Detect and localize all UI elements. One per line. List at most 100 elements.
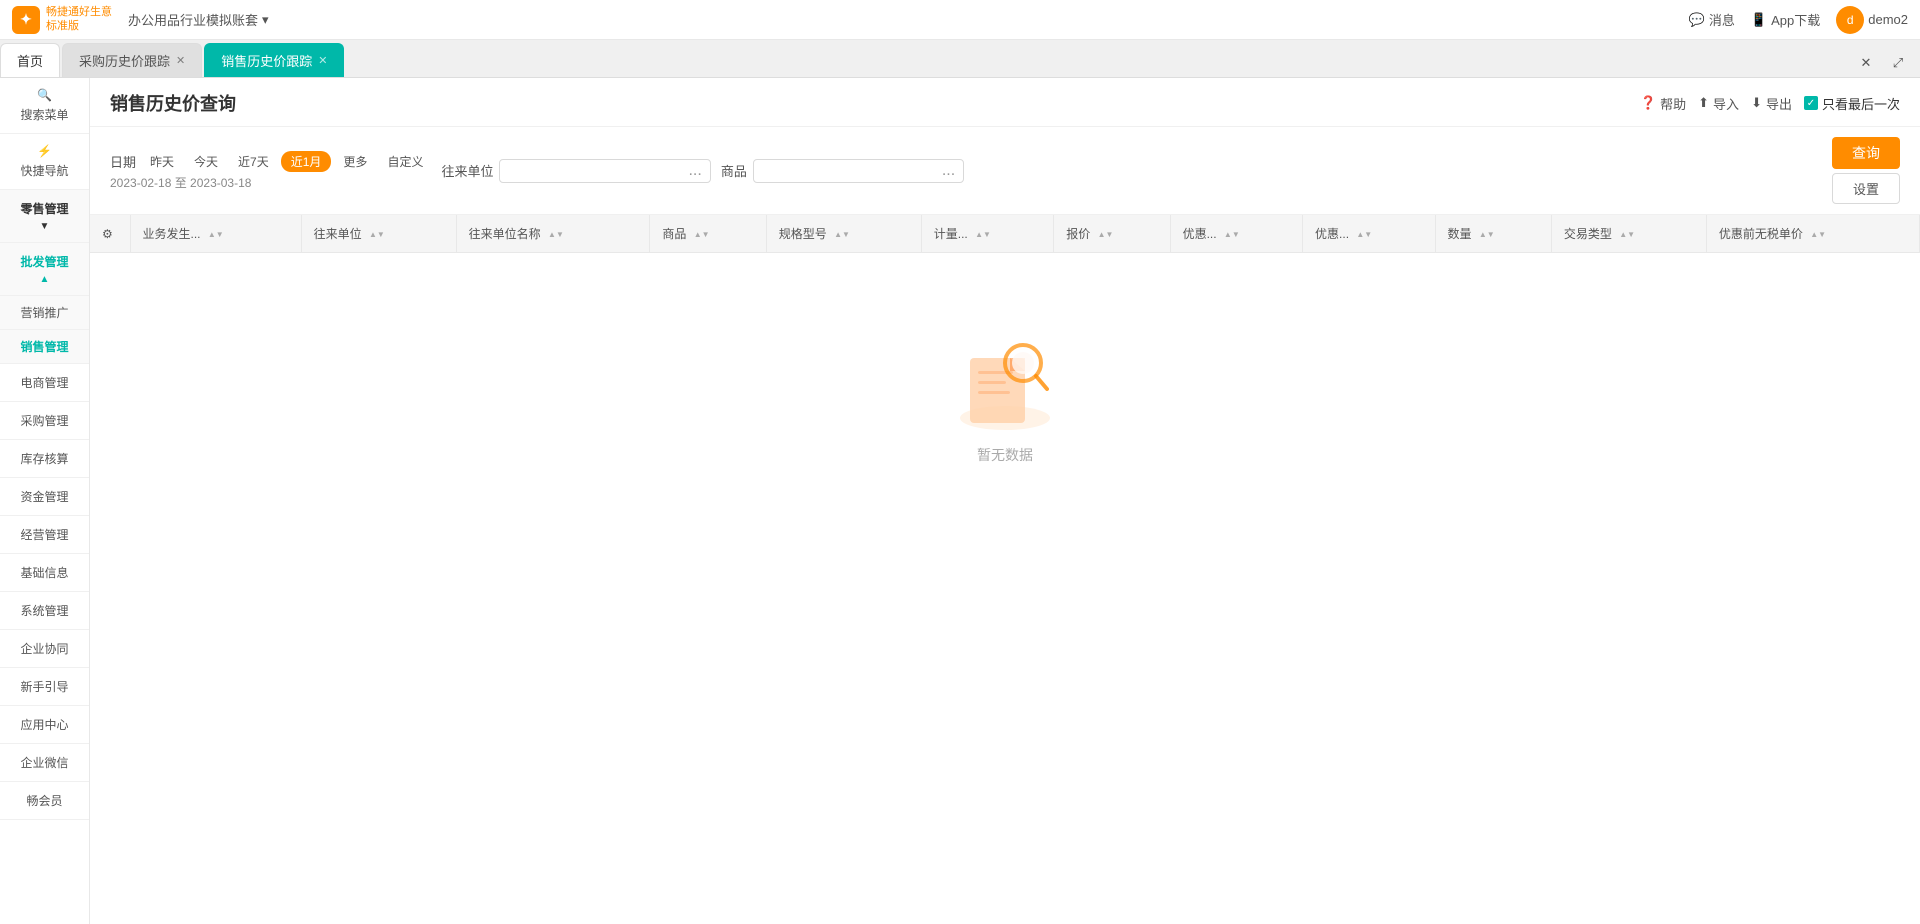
date-opt-1month[interactable]: 近1月	[281, 151, 332, 172]
tab-actions: ✕ ⤢	[1852, 49, 1920, 77]
tab-close-purchase[interactable]: ✕	[176, 54, 185, 67]
product-input-field[interactable]	[762, 163, 938, 178]
table-area: ⚙ 业务发生... ▲▼ 往来单位 ▲▼ 往来单位名称 ▲▼	[90, 215, 1920, 924]
only-last-checkbox[interactable]	[1804, 96, 1818, 110]
th-qty[interactable]: 数量 ▲▼	[1435, 215, 1551, 253]
sidebar-item-sales-mgmt[interactable]: 销售管理	[0, 330, 89, 364]
sort-icon: ▲▼	[1098, 230, 1114, 239]
customer-filter-input[interactable]: ...	[499, 159, 710, 183]
search-icon: 🔍	[37, 88, 52, 102]
message-action[interactable]: 💬 消息	[1689, 10, 1735, 29]
th-settings[interactable]: ⚙	[90, 215, 130, 253]
sidebar-item-inventory[interactable]: 库存核算	[0, 440, 89, 478]
main-layout: 🔍 搜索菜单 ⚡ 快捷导航 零售管理 ▼ 批发管理 ▲ 营销推广 销售管理 电商…	[0, 78, 1920, 924]
nav-icon: ⚡	[37, 144, 52, 158]
import-action[interactable]: ⬆ 导入	[1698, 94, 1739, 113]
sort-icon: ▲▼	[1356, 230, 1372, 239]
th-discount1[interactable]: 优惠... ▲▼	[1170, 215, 1302, 253]
content-area: 销售历史价查询 ❓ 帮助 ⬆ 导入 ⬇ 导出 只看最后一次	[90, 78, 1920, 924]
sidebar-item-sys-mgmt[interactable]: 系统管理	[0, 592, 89, 630]
sidebar-item-enterprise-wechat[interactable]: 企业微信	[0, 744, 89, 782]
query-button[interactable]: 查询	[1832, 137, 1900, 169]
sidebar-item-wholesale-mgmt[interactable]: 批发管理 ▲	[0, 243, 89, 296]
sidebar-item-operations[interactable]: 经营管理	[0, 516, 89, 554]
sidebar-item-quick-nav[interactable]: ⚡ 快捷导航	[0, 134, 89, 190]
export-action[interactable]: ⬇ 导出	[1751, 94, 1792, 113]
sort-icon: ▲▼	[548, 230, 564, 239]
logo-area: ✦ 畅捷通好生意 标准版	[12, 6, 112, 34]
help-icon: ❓	[1640, 95, 1656, 111]
tab-purchase-history[interactable]: 采购历史价跟踪 ✕	[62, 43, 202, 77]
tab-sales-history[interactable]: 销售历史价跟踪 ✕	[204, 43, 344, 77]
tabbar: 首页 采购历史价跟踪 ✕ 销售历史价跟踪 ✕ ✕ ⤢	[0, 40, 1920, 78]
th-product[interactable]: 商品 ▲▼	[650, 215, 766, 253]
th-trade-type[interactable]: 交易类型 ▲▼	[1551, 215, 1706, 253]
tab-close-sales[interactable]: ✕	[318, 54, 327, 67]
logo-icon: ✦	[12, 6, 40, 34]
settings-button[interactable]: 设置	[1832, 173, 1900, 204]
customer-filter-label: 往来单位	[441, 161, 493, 180]
message-icon: 💬	[1689, 12, 1705, 28]
product-filter-group: 商品 ...	[721, 159, 964, 183]
sidebar-item-basic-info[interactable]: 基础信息	[0, 554, 89, 592]
chevron-up-icon: ▲	[40, 274, 50, 285]
sidebar-item-marketing[interactable]: 营销推广	[0, 296, 89, 330]
sidebar: 🔍 搜索菜单 ⚡ 快捷导航 零售管理 ▼ 批发管理 ▲ 营销推广 销售管理 电商…	[0, 78, 90, 924]
date-opt-yesterday[interactable]: 昨天	[142, 151, 182, 172]
sidebar-item-enterprise-coop[interactable]: 企业协同	[0, 630, 89, 668]
date-opt-7days[interactable]: 近7天	[230, 151, 277, 172]
date-opt-today[interactable]: 今天	[186, 151, 226, 172]
date-range-text: 2023-02-18 至 2023-03-18	[110, 176, 251, 190]
th-partner-name[interactable]: 往来单位名称 ▲▼	[456, 215, 650, 253]
help-action[interactable]: ❓ 帮助	[1640, 94, 1686, 113]
sort-icon: ▲▼	[975, 230, 991, 239]
customer-picker-icon[interactable]: ...	[688, 163, 701, 179]
download-icon: 📱	[1751, 12, 1767, 28]
page-title: 销售历史价查询	[110, 90, 236, 116]
table-header: ⚙ 业务发生... ▲▼ 往来单位 ▲▼ 往来单位名称 ▲▼	[90, 215, 1920, 253]
sidebar-item-retail-mgmt[interactable]: 零售管理 ▼	[0, 190, 89, 243]
only-last-wrap[interactable]: 只看最后一次	[1804, 94, 1900, 113]
sidebar-item-member[interactable]: 畅会员	[0, 782, 89, 820]
th-pretax-price[interactable]: 优惠前无税单价 ▲▼	[1706, 215, 1919, 253]
th-partner-code[interactable]: 往来单位 ▲▼	[301, 215, 456, 253]
th-biz-date[interactable]: 业务发生... ▲▼	[130, 215, 301, 253]
sort-icon: ▲▼	[1479, 230, 1495, 239]
sort-icon: ▲▼	[694, 230, 710, 239]
workspace-selector[interactable]: 办公用品行业模拟账套 ▾	[120, 6, 277, 33]
customer-input-field[interactable]	[508, 163, 684, 178]
sidebar-item-purchase[interactable]: 采购管理	[0, 402, 89, 440]
th-discount2[interactable]: 优惠... ▲▼	[1303, 215, 1435, 253]
sort-icon: ▲▼	[1224, 230, 1240, 239]
sidebar-item-app-center[interactable]: 应用中心	[0, 706, 89, 744]
page-header: 销售历史价查询 ❓ 帮助 ⬆ 导入 ⬇ 导出 只看最后一次	[90, 78, 1920, 127]
th-unit[interactable]: 计量... ▲▼	[921, 215, 1053, 253]
user-avatar[interactable]: d demo2	[1836, 6, 1908, 34]
product-filter-input[interactable]: ...	[753, 159, 964, 183]
th-price[interactable]: 报价 ▲▼	[1054, 215, 1170, 253]
app-download-action[interactable]: 📱 App下载	[1751, 10, 1820, 29]
expand-tab-action[interactable]: ⤢	[1884, 49, 1912, 77]
close-tab-action[interactable]: ✕	[1852, 49, 1880, 77]
sort-icon: ▲▼	[834, 230, 850, 239]
sidebar-item-ecommerce[interactable]: 电商管理	[0, 364, 89, 402]
sort-icon: ▲▼	[369, 230, 385, 239]
sidebar-item-beginner[interactable]: 新手引导	[0, 668, 89, 706]
chevron-down-icon: ▼	[40, 221, 50, 232]
export-icon: ⬇	[1751, 95, 1762, 111]
chevron-down-icon: ▾	[262, 12, 269, 28]
th-spec[interactable]: 规格型号 ▲▼	[766, 215, 921, 253]
topbar: ✦ 畅捷通好生意 标准版 办公用品行业模拟账套 ▾ 💬 消息 📱 App下载 d…	[0, 0, 1920, 40]
tab-home[interactable]: 首页	[0, 43, 60, 77]
product-picker-icon[interactable]: ...	[942, 163, 955, 179]
filter-bar: 日期 昨天 今天 近7天 近1月 更多 自定义 2023-02-18 至 202…	[90, 127, 1920, 215]
page-actions: ❓ 帮助 ⬆ 导入 ⬇ 导出 只看最后一次	[1640, 94, 1900, 113]
sidebar-item-search-menu[interactable]: 🔍 搜索菜单	[0, 78, 89, 134]
sort-icon: ▲▼	[208, 230, 224, 239]
date-opt-more[interactable]: 更多	[335, 151, 375, 172]
empty-text: 暂无数据	[977, 445, 1033, 465]
sidebar-item-finance[interactable]: 资金管理	[0, 478, 89, 516]
avatar: d	[1836, 6, 1864, 34]
sort-icon: ▲▼	[1810, 230, 1826, 239]
date-opt-custom[interactable]: 自定义	[379, 151, 431, 172]
